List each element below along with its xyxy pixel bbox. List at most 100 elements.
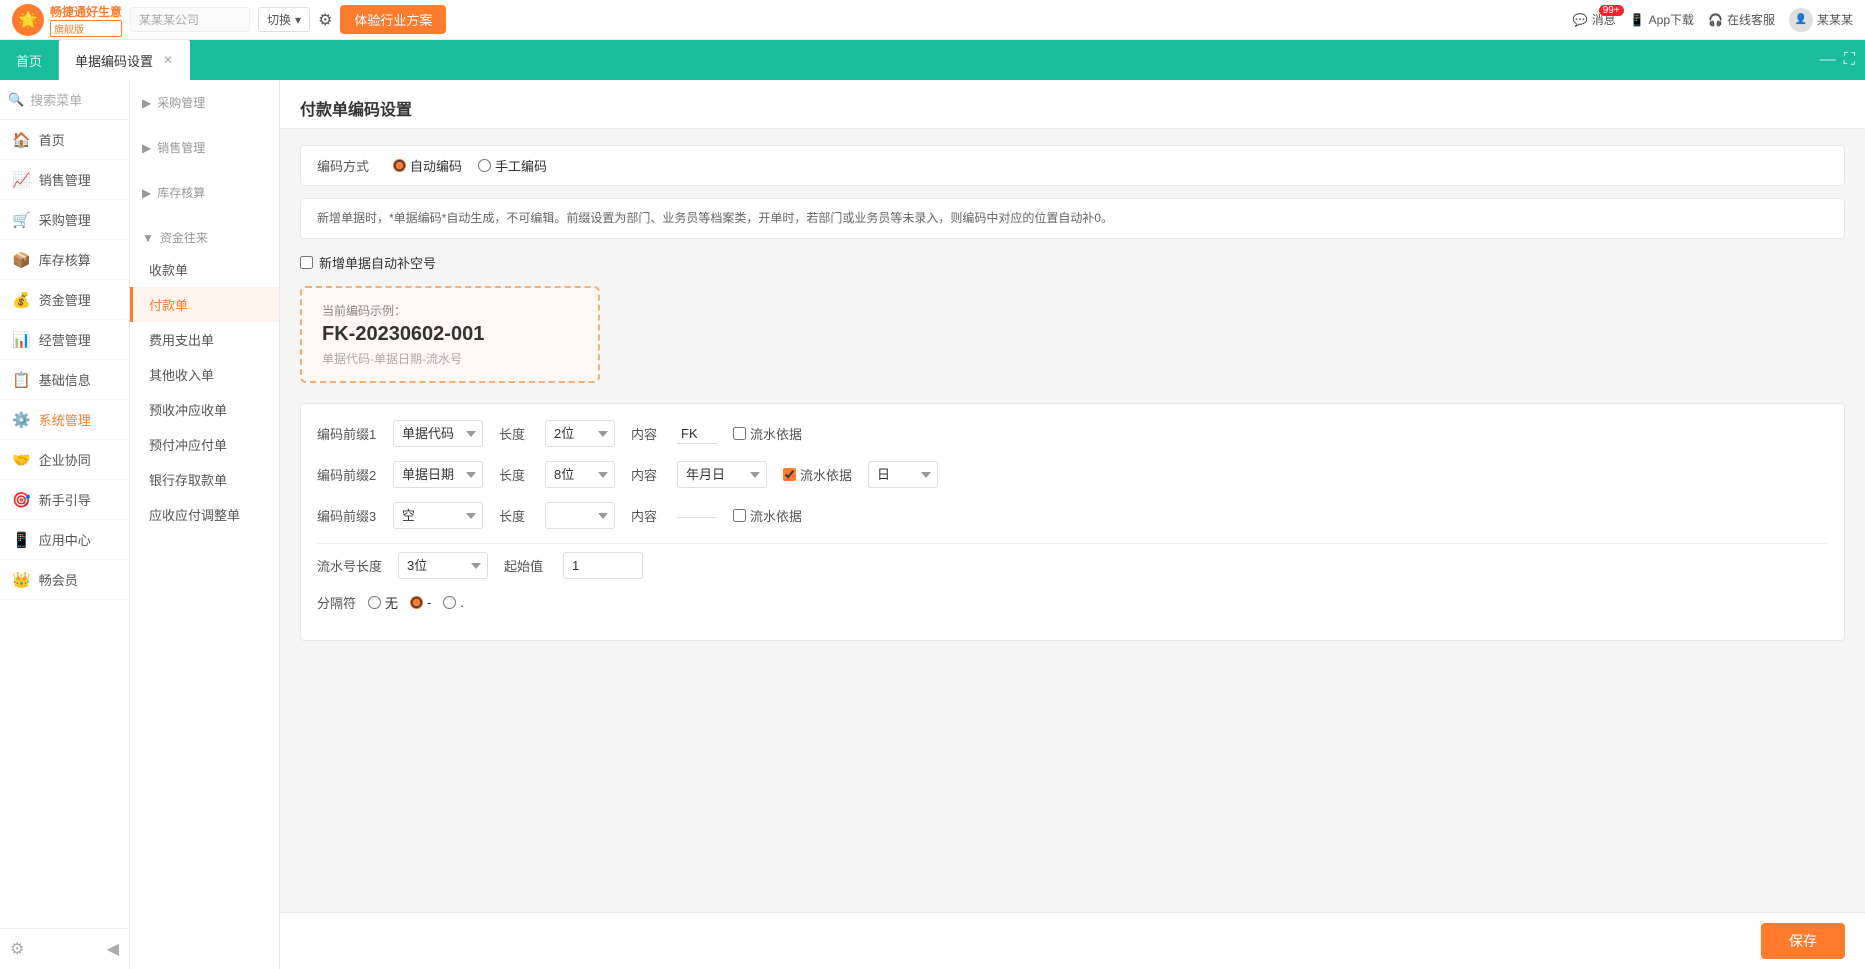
logo: 🌟 畅捷通好生意 旗舰版: [12, 3, 122, 37]
prefix2-serial-unit-select[interactable]: 日 月 年: [868, 461, 938, 488]
tab-home[interactable]: 首页: [0, 40, 59, 80]
auto-code-radio-input[interactable]: [393, 159, 406, 172]
submenu-item-other-income[interactable]: 其他收入单: [130, 357, 279, 392]
prefix2-length-label: 长度: [499, 465, 525, 484]
content-area: 付款单编码设置 编码方式 自动编码 手工编码 新增单据时，*单据编码: [280, 80, 1865, 969]
serial-start-label: 起始值: [504, 556, 543, 575]
prefix1-content-label: 内容: [631, 424, 657, 443]
submenu-item-bank-deposit[interactable]: 银行存取款单: [130, 462, 279, 497]
manual-code-radio-input[interactable]: [478, 159, 491, 172]
top-bar-right: 💬 消息 99+ 📱 App下载 🎧 在线客服 👤 某某某: [1573, 8, 1853, 32]
submenu-item-receipt[interactable]: 收款单: [130, 252, 279, 287]
prefix1-label: 编码前缀1: [317, 424, 377, 443]
close-tab-icon[interactable]: ✕: [163, 53, 173, 67]
app-icon: 📱: [1630, 13, 1645, 27]
message-button[interactable]: 💬 消息 99+: [1573, 11, 1616, 28]
prefix2-serial-checkbox[interactable]: 流水依据: [783, 465, 852, 484]
finance-icon: 💰: [12, 291, 31, 309]
minimize-icon[interactable]: —: [1820, 51, 1836, 69]
bottom-bar: 保存: [280, 912, 1865, 969]
maximize-icon[interactable]: ⛶: [1844, 51, 1855, 69]
prefix1-serial-checkbox[interactable]: 流水依据: [733, 424, 802, 443]
sidebar-item-system[interactable]: ⚙️ 系统管理: [0, 400, 129, 440]
serial-start-input[interactable]: [563, 552, 643, 579]
submenu-group-inventory-title[interactable]: ▶ 库存核算: [130, 178, 279, 207]
code-example-box: 当前编码示例： FK-20230602-001 单据代码-单据日期-流水号: [300, 286, 600, 383]
sidebar-item-apps[interactable]: 📱 应用中心: [0, 520, 129, 560]
sidebar-item-purchase[interactable]: 🛒 采购管理: [0, 200, 129, 240]
prefix2-select[interactable]: 单据日期 空: [393, 461, 483, 488]
separator-dot-radio[interactable]: .: [443, 595, 464, 610]
submenu-item-expense[interactable]: 费用支出单: [130, 322, 279, 357]
settings-bottom-icon[interactable]: ⚙: [10, 939, 24, 959]
sidebar-item-operations[interactable]: 📊 经营管理: [0, 320, 129, 360]
submenu-item-prepay-receivable[interactable]: 预收冲应收单: [130, 392, 279, 427]
auto-fill-row: 新增单据自动补空号: [300, 253, 1845, 272]
chevron-down-icon: ▾: [295, 13, 301, 27]
settings-icon[interactable]: ⚙: [318, 10, 332, 30]
prefix3-length-select[interactable]: [545, 502, 615, 529]
user-menu[interactable]: 👤 某某某: [1789, 8, 1853, 32]
sidebar-item-inventory[interactable]: 📦 库存核算: [0, 240, 129, 280]
prefix1-content-value: FK: [677, 424, 717, 444]
content-header: 付款单编码设置: [280, 80, 1865, 129]
code-mode-section: 编码方式 自动编码 手工编码: [300, 145, 1845, 186]
auto-code-radio[interactable]: 自动编码: [393, 156, 462, 175]
sidebar-item-finance[interactable]: 💰 资金管理: [0, 280, 129, 320]
operations-icon: 📊: [12, 331, 31, 349]
code-example-label: 当前编码示例：: [322, 302, 578, 319]
basic-icon: 📋: [12, 371, 31, 389]
sidebar-item-sales[interactable]: 📈 销售管理: [0, 160, 129, 200]
save-button[interactable]: 保存: [1761, 923, 1845, 959]
separator-none-radio[interactable]: 无: [368, 593, 398, 612]
sidebar-item-home[interactable]: 🏠 首页: [0, 120, 129, 160]
service-icon: 🎧: [1708, 13, 1723, 27]
nav-tabs: 首页 单据编码设置 ✕ — ⛶: [0, 40, 1865, 80]
sidebar-item-member[interactable]: 👑 畅会员: [0, 560, 129, 600]
submenu-group-purchase-title[interactable]: ▶ 采购管理: [130, 88, 279, 117]
prefix2-content-select[interactable]: 年月日 年月: [677, 461, 767, 488]
switch-dropdown[interactable]: 切换 ▾: [258, 7, 310, 32]
tab-code-settings[interactable]: 单据编码设置 ✕: [59, 40, 190, 80]
apps-icon: 📱: [12, 531, 31, 549]
company-selector[interactable]: 某某某公司: [130, 7, 250, 32]
submenu-item-ap-adjustment[interactable]: 应收应付调整单: [130, 497, 279, 532]
code-example-value: FK-20230602-001: [322, 323, 578, 346]
top-bar-left: 🌟 畅捷通好生意 旗舰版 某某某公司 切换 ▾ ⚙ 体验行业方案: [12, 3, 446, 37]
separator-dash-radio[interactable]: -: [410, 595, 431, 610]
manual-code-radio[interactable]: 手工编码: [478, 156, 547, 175]
sub-menu: ▶ 采购管理 ▶ 销售管理 ▶ 库存核算 ▼ 资金往来 收款单 付款单 费用支出…: [130, 80, 280, 969]
prefix3-serial-checkbox[interactable]: 流水依据: [733, 506, 802, 525]
arrow-right-icon: ▶: [142, 96, 151, 110]
prefix1-row: 编码前缀1 单据代码 空 长度 2位 3位 4位 内容 FK: [317, 420, 1828, 447]
submenu-group-purchase: ▶ 采购管理: [130, 80, 279, 125]
submenu-group-capital-title[interactable]: ▼ 资金往来: [130, 223, 279, 252]
sidebar-item-guide[interactable]: 🎯 新手引导: [0, 480, 129, 520]
submenu-group-sales-title[interactable]: ▶ 销售管理: [130, 133, 279, 162]
app-download-button[interactable]: 📱 App下载: [1630, 11, 1694, 28]
sidebar-item-enterprise[interactable]: 🤝 企业协同: [0, 440, 129, 480]
collapse-sidebar-icon[interactable]: ◀: [107, 939, 119, 959]
guide-icon: 🎯: [12, 491, 31, 509]
search-menu[interactable]: 🔍 搜索菜单: [0, 80, 129, 120]
top-bar: 🌟 畅捷通好生意 旗舰版 某某某公司 切换 ▾ ⚙ 体验行业方案 💬 消息 99…: [0, 0, 1865, 40]
prefix1-select[interactable]: 单据代码 空: [393, 420, 483, 447]
separator-row: 分隔符 无 - .: [317, 593, 1828, 612]
enterprise-icon: 🤝: [12, 451, 31, 469]
submenu-item-payment[interactable]: 付款单: [130, 287, 279, 322]
inventory-icon: 📦: [12, 251, 31, 269]
submenu-group-capital: ▼ 资金往来 收款单 付款单 费用支出单 其他收入单 预收冲应收单 预付冲应付单…: [130, 215, 279, 540]
prefix3-select[interactable]: 空 单据代码 单据日期: [393, 502, 483, 529]
prefix3-row: 编码前缀3 空 单据代码 单据日期 长度 内容 流水依据: [317, 502, 1828, 529]
sidebar-item-basic[interactable]: 📋 基础信息: [0, 360, 129, 400]
online-service-button[interactable]: 🎧 在线客服: [1708, 11, 1775, 28]
auto-fill-checkbox[interactable]: [300, 256, 313, 269]
avatar: 👤: [1789, 8, 1813, 32]
submenu-item-prepay-payable[interactable]: 预付冲应付单: [130, 427, 279, 462]
experience-button[interactable]: 体验行业方案: [340, 5, 446, 34]
logo-text: 畅捷通好生意 旗舰版: [50, 3, 122, 37]
logo-icon: 🌟: [12, 4, 44, 36]
prefix1-length-select[interactable]: 2位 3位 4位: [545, 420, 615, 447]
serial-length-select[interactable]: 3位 4位 5位: [398, 552, 488, 579]
prefix2-length-select[interactable]: 8位 6位 4位: [545, 461, 615, 488]
